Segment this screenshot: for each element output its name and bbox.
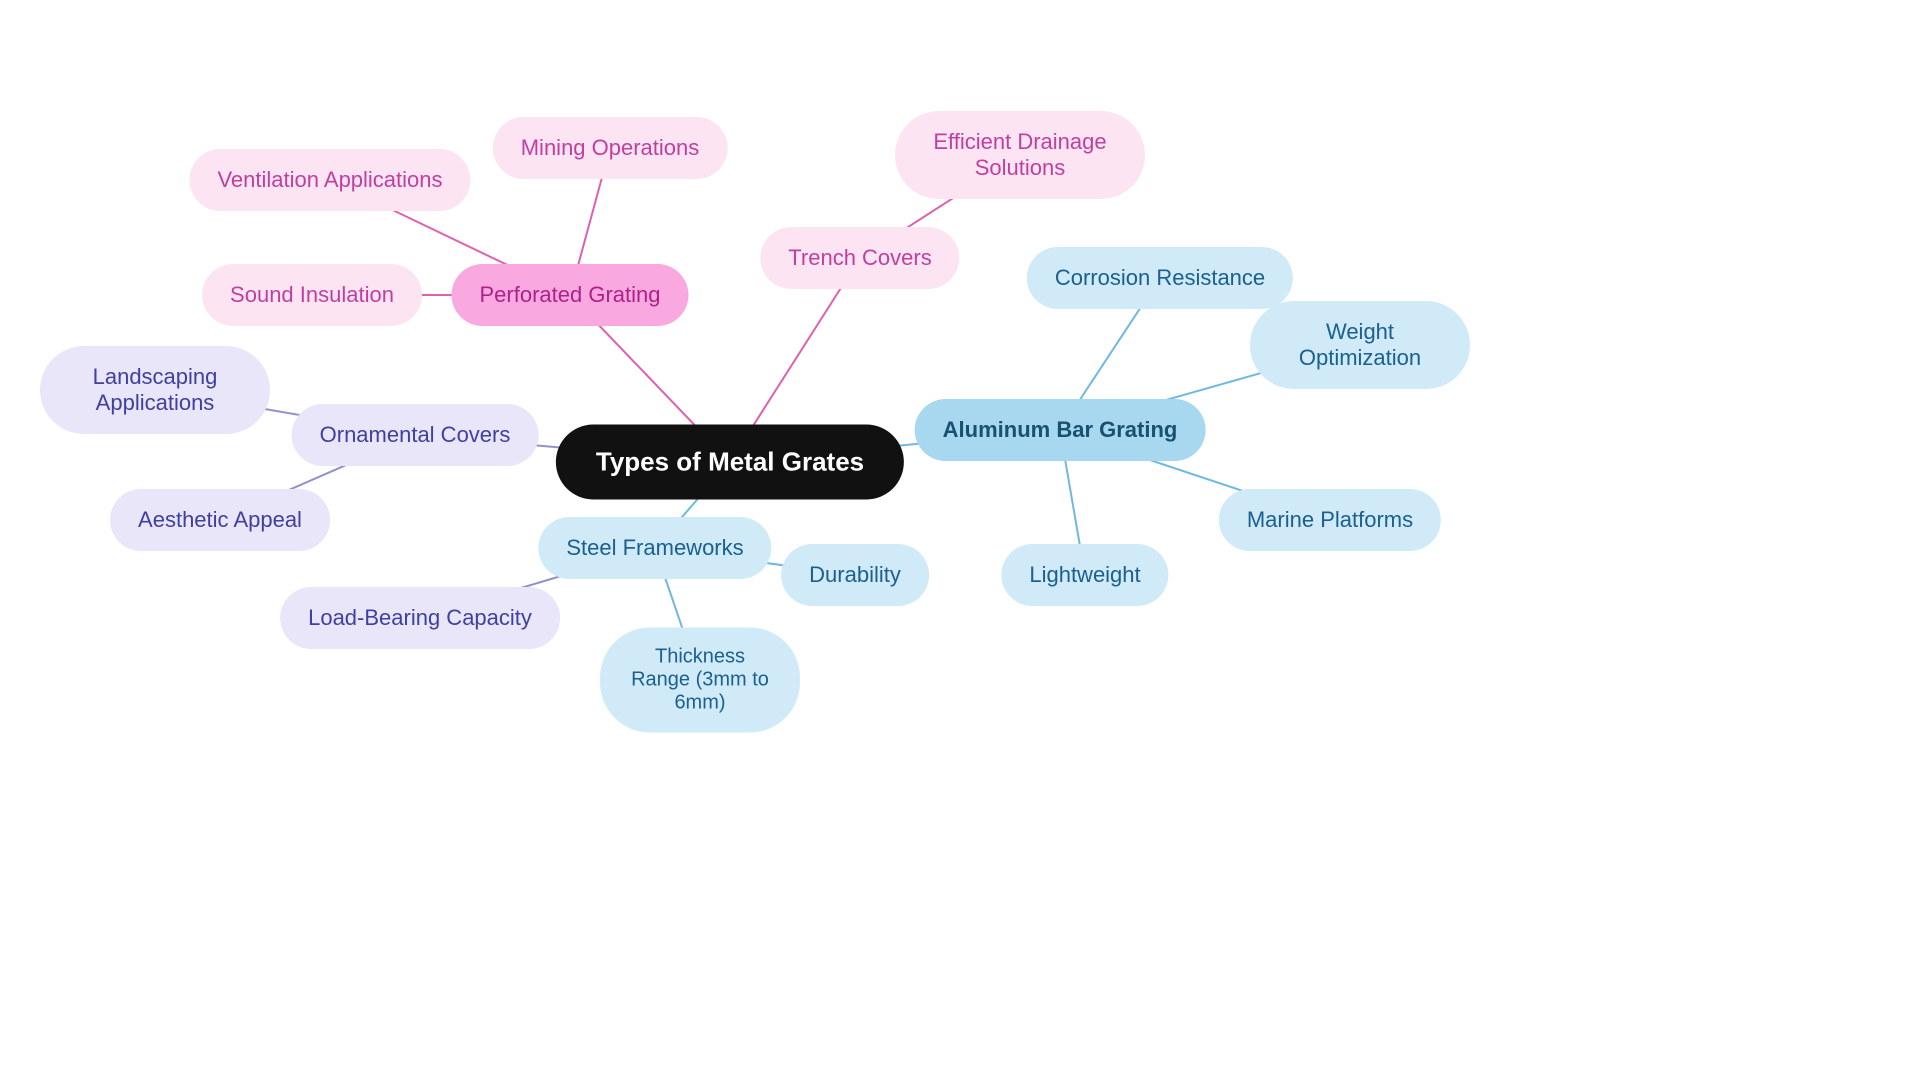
aesthetic-appeal-node: Aesthetic Appeal [110, 489, 330, 551]
landscaping-apps-node: Landscaping Applications [40, 346, 270, 434]
lightweight-node: Lightweight [1001, 544, 1168, 606]
ornamental-covers-node: Ornamental Covers [292, 404, 539, 466]
perforated-grating-node: Perforated Grating [452, 264, 689, 326]
steel-frameworks-node: Steel Frameworks [538, 517, 771, 579]
weight-optimization-node: Weight Optimization [1250, 301, 1470, 389]
efficient-drainage-node: Efficient Drainage Solutions [895, 111, 1145, 199]
durability-node: Durability [781, 544, 929, 606]
sound-insulation-node: Sound Insulation [202, 264, 422, 326]
corrosion-resistance-node: Corrosion Resistance [1027, 247, 1293, 309]
mining-ops-node: Mining Operations [493, 117, 728, 179]
trench-covers-node: Trench Covers [760, 227, 959, 289]
center-node: Types of Metal Grates [556, 425, 904, 500]
aluminum-bar-grating-node: Aluminum Bar Grating [915, 399, 1206, 461]
load-bearing-node: Load-Bearing Capacity [280, 587, 560, 649]
marine-platforms-node: Marine Platforms [1219, 489, 1441, 551]
ventilation-apps-node: Ventilation Applications [189, 149, 470, 211]
mindmap-container: Types of Metal Grates Perforated Grating V… [0, 0, 1920, 1083]
thickness-range-node: Thickness Range (3mm to 6mm) [600, 628, 800, 733]
